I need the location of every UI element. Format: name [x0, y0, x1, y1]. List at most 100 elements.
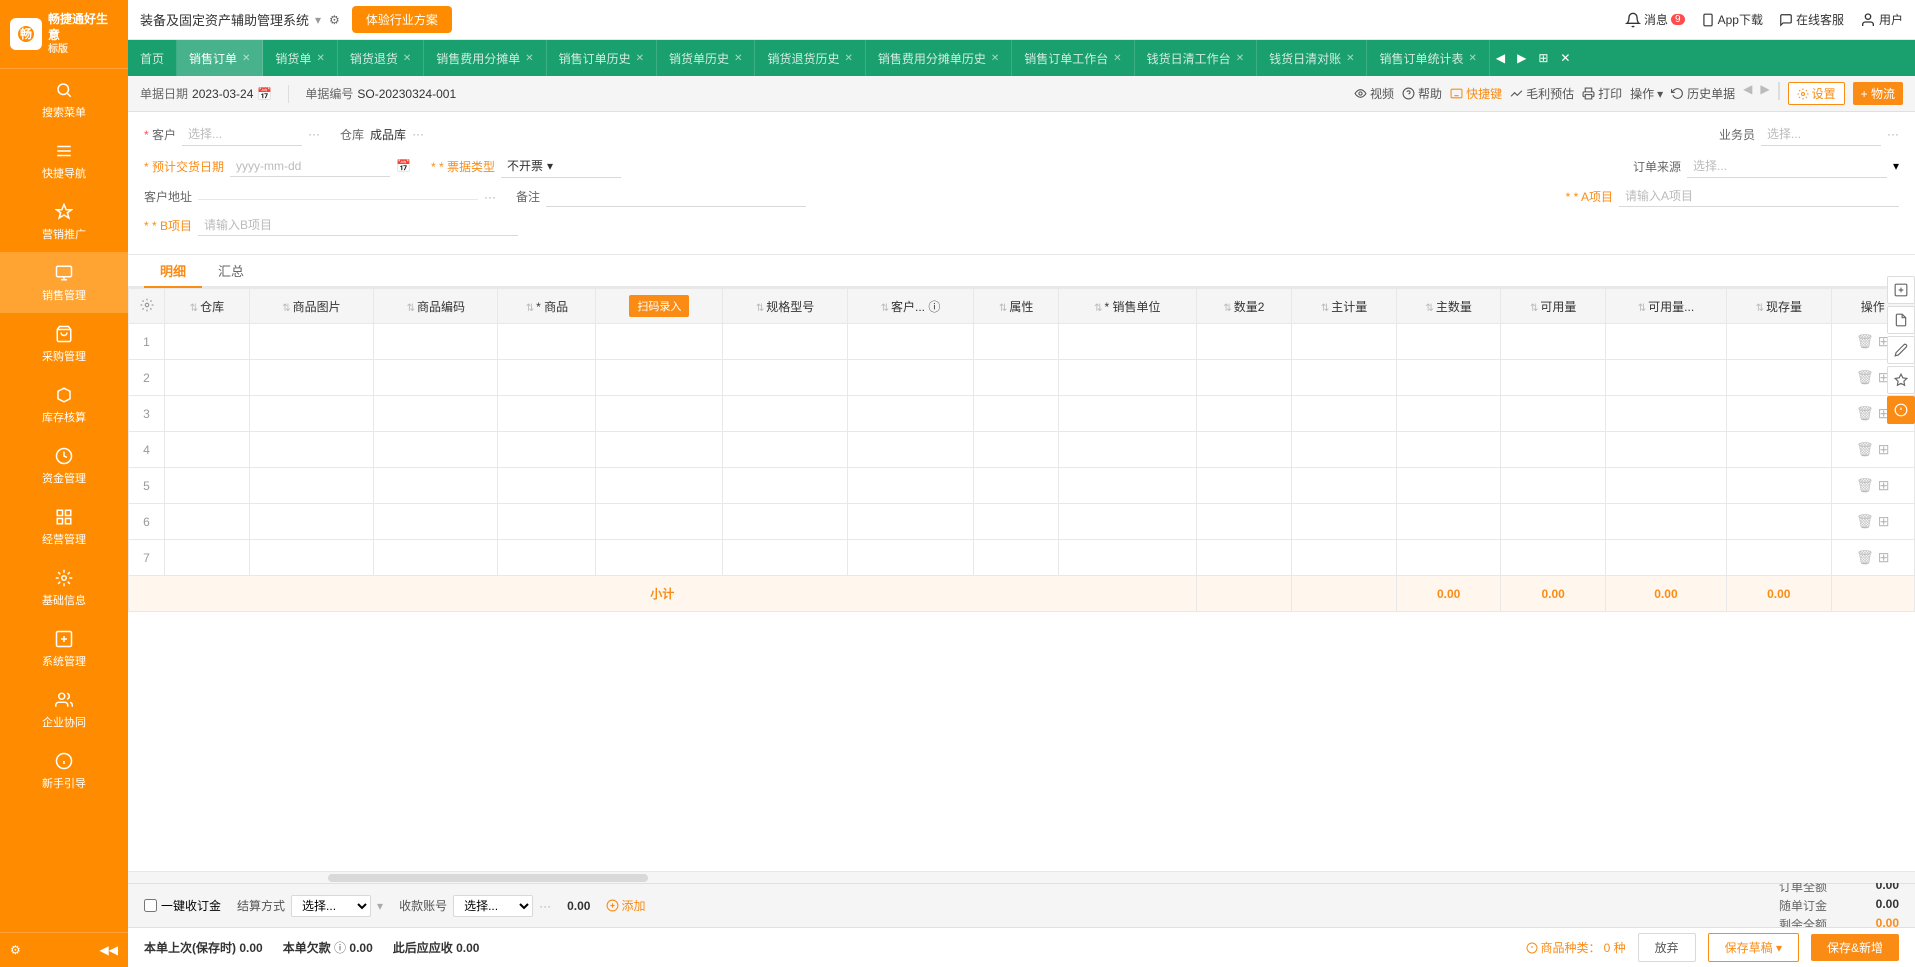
row-spec-3[interactable]	[723, 396, 847, 432]
row-code-6[interactable]	[374, 504, 498, 540]
row-unit-7[interactable]	[1059, 540, 1197, 576]
row-product-2[interactable]	[498, 360, 596, 396]
delete-icon-7[interactable]: 🗑	[1856, 549, 1874, 566]
discard-button[interactable]: 放弃	[1638, 933, 1696, 962]
print-btn[interactable]: 打印	[1582, 82, 1622, 105]
row-main-unit-5[interactable]	[1292, 468, 1397, 504]
sidebar-item-nav[interactable]: 快捷导航	[0, 130, 128, 191]
row-spec-4[interactable]	[723, 432, 847, 468]
row-code-5[interactable]	[374, 468, 498, 504]
row-qty2-3[interactable]	[1196, 396, 1292, 432]
row-main-unit-4[interactable]	[1292, 432, 1397, 468]
sidebar-item-basic[interactable]: 基础信息	[0, 557, 128, 618]
row-attr-1[interactable]	[974, 324, 1059, 360]
tab-expense-history[interactable]: 销售费用分摊单历史 ✕	[866, 40, 1012, 76]
tab-expand-icon[interactable]: ⊞	[1532, 51, 1554, 65]
row-warehouse-4[interactable]	[165, 432, 250, 468]
row-spec-7[interactable]	[723, 540, 847, 576]
row-main-qty-5[interactable]	[1396, 468, 1501, 504]
sidebar-item-management[interactable]: 经营管理	[0, 496, 128, 557]
tab-sales-expense[interactable]: 销售费用分摊单 ✕	[424, 40, 546, 76]
shortcut-btn[interactable]: 快捷键	[1450, 82, 1502, 105]
view-btn[interactable]: 视频	[1354, 82, 1394, 105]
sidebar-item-enterprise[interactable]: 企业协同	[0, 679, 128, 740]
row-customer-code-6[interactable]	[847, 504, 974, 540]
tab-close-sales-expense[interactable]: ✕	[525, 53, 533, 64]
row-spec-6[interactable]	[723, 504, 847, 540]
calendar-icon[interactable]: 📅	[257, 87, 272, 101]
tab-close-all-icon[interactable]: ✕	[1554, 51, 1576, 65]
delete-icon-6[interactable]: 🗑	[1856, 513, 1874, 530]
row-warehouse-6[interactable]	[165, 504, 250, 540]
right-btn-5[interactable]	[1887, 396, 1915, 424]
history-btn[interactable]: 历史单据	[1671, 82, 1735, 105]
save-draft-dropdown-icon[interactable]: ▾	[1776, 941, 1782, 955]
delete-icon-4[interactable]: 🗑	[1856, 441, 1874, 458]
row-main-qty-7[interactable]	[1396, 540, 1501, 576]
row-main-unit-6[interactable]	[1292, 504, 1397, 540]
sidebar-item-finance[interactable]: 资金管理	[0, 435, 128, 496]
save-draft-button[interactable]: 保存草稿 ▾	[1708, 933, 1799, 962]
tab-cash-reconcile[interactable]: 钱货日清对账 ✕	[1257, 40, 1367, 76]
row-qty2-2[interactable]	[1196, 360, 1292, 396]
online-service-item[interactable]: 在线客服	[1779, 11, 1844, 28]
row-main-qty-2[interactable]	[1396, 360, 1501, 396]
horizontal-scrollbar[interactable]	[128, 871, 1915, 883]
remark-input[interactable]	[546, 186, 806, 207]
account-ellipsis[interactable]: ···	[539, 899, 551, 913]
row-main-unit-7[interactable]	[1292, 540, 1397, 576]
user-item[interactable]: 用户	[1860, 11, 1903, 28]
sidebar-item-inventory[interactable]: 库存核算	[0, 374, 128, 435]
sidebar-item-purchase[interactable]: 采购管理	[0, 313, 128, 374]
tab-close-cash-workbench[interactable]: ✕	[1236, 53, 1244, 64]
scan-button[interactable]: 扫码录入	[629, 295, 689, 317]
settings-button[interactable]: 设置	[1788, 82, 1845, 105]
notification-item[interactable]: 消息 9	[1625, 11, 1685, 28]
row-spec-5[interactable]	[723, 468, 847, 504]
tab-sales-order[interactable]: 销售订单 ✕	[177, 40, 263, 76]
save-new-button[interactable]: 保存&新增	[1811, 934, 1899, 961]
a-project-input[interactable]	[1619, 186, 1899, 207]
row-main-qty-3[interactable]	[1396, 396, 1501, 432]
operate-btn[interactable]: 操作 ▾	[1630, 82, 1663, 105]
tab-close-sales-invoice[interactable]: ✕	[316, 53, 324, 64]
row-qty2-5[interactable]	[1196, 468, 1292, 504]
row-product-3[interactable]	[498, 396, 596, 432]
tab-cash-workbench[interactable]: 钱货日清工作台 ✕	[1135, 40, 1257, 76]
address-ellipsis[interactable]: ···	[484, 190, 496, 204]
delivery-calendar-icon[interactable]: 📅	[396, 159, 411, 173]
sidebar-item-guide[interactable]: 新手引导	[0, 740, 128, 801]
tab-close-sales-order[interactable]: ✕	[242, 53, 250, 64]
row-unit-6[interactable]	[1059, 504, 1197, 540]
row-warehouse-1[interactable]	[165, 324, 250, 360]
row-qty2-7[interactable]	[1196, 540, 1292, 576]
row-qty2-6[interactable]	[1196, 504, 1292, 540]
tab-sales-invoice[interactable]: 销货单 ✕	[263, 40, 337, 76]
tab-return-history[interactable]: 销货退货历史 ✕	[755, 40, 865, 76]
customer-ellipsis[interactable]: ···	[308, 127, 320, 141]
b-project-input[interactable]	[198, 215, 518, 236]
row-spec-1[interactable]	[723, 324, 847, 360]
tab-close-expense-history[interactable]: ✕	[991, 53, 999, 64]
row-product-1[interactable]	[498, 324, 596, 360]
nav-next-icon[interactable]: ▶	[1760, 82, 1769, 105]
sidebar-item-sales[interactable]: 销售管理	[0, 252, 128, 313]
account-select[interactable]: 选择...	[453, 895, 533, 917]
sidebar-item-system[interactable]: 系统管理	[0, 618, 128, 679]
row-unit-1[interactable]	[1059, 324, 1197, 360]
row-product-6[interactable]	[498, 504, 596, 540]
row-attr-4[interactable]	[974, 432, 1059, 468]
row-product-5[interactable]	[498, 468, 596, 504]
staff-ellipsis[interactable]: ···	[1887, 127, 1899, 141]
row-unit-4[interactable]	[1059, 432, 1197, 468]
tab-summary[interactable]: 汇总	[202, 255, 260, 288]
tab-next-icon[interactable]: ▶	[1511, 51, 1532, 65]
row-customer-code-3[interactable]	[847, 396, 974, 432]
delete-icon-2[interactable]: 🗑	[1856, 369, 1874, 386]
tab-order-workbench[interactable]: 销售订单工作台 ✕	[1012, 40, 1134, 76]
tab-prev-icon[interactable]: ◀	[1490, 51, 1511, 65]
tab-close-sales-return[interactable]: ✕	[403, 53, 411, 64]
row-unit-3[interactable]	[1059, 396, 1197, 432]
row-code-2[interactable]	[374, 360, 498, 396]
row-code-1[interactable]	[374, 324, 498, 360]
